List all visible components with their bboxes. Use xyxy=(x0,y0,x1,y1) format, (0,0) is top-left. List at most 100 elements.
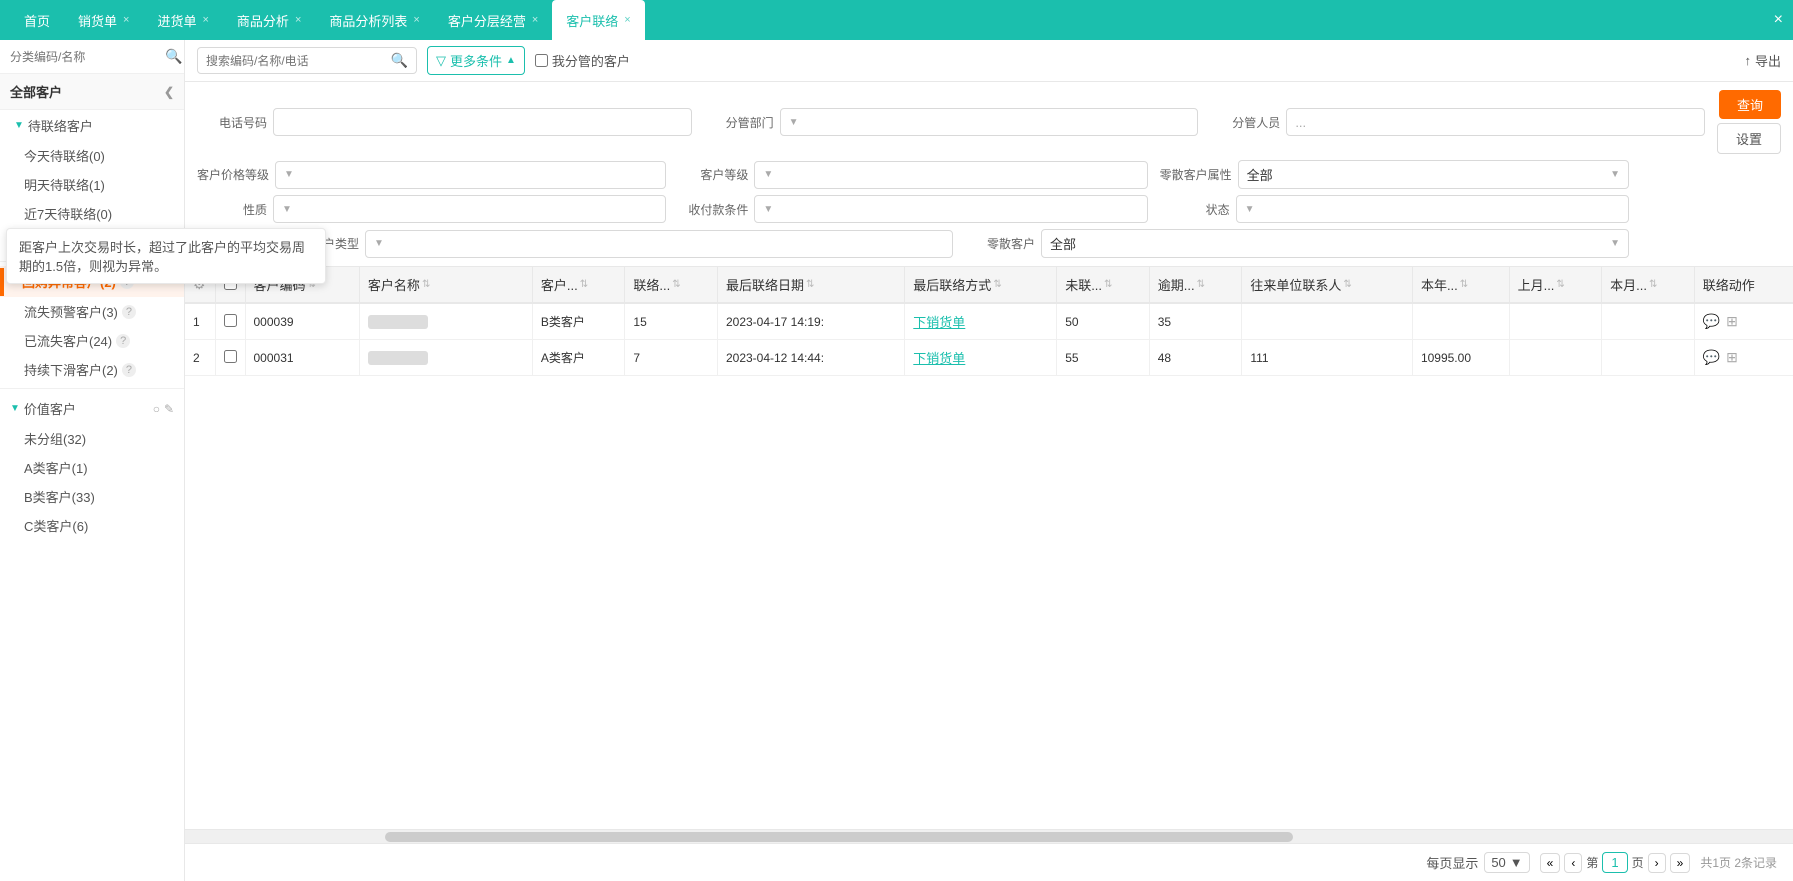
sort-unit-icon[interactable]: ⇅ xyxy=(1343,279,1351,290)
horizontal-scrollbar[interactable] xyxy=(185,829,1793,843)
pending-contact-group[interactable]: ▼ 待联络客户 xyxy=(0,110,184,141)
cell-type-1: B类客户 xyxy=(532,303,625,340)
th-contact: 联络... ⇅ xyxy=(625,267,718,303)
already-lost-help-icon[interactable]: ? xyxy=(116,334,130,348)
close-product-list-icon[interactable]: × xyxy=(413,14,419,26)
customer-type-input[interactable]: ▼ xyxy=(365,230,953,258)
sidebar-item-today[interactable]: 今天待联络(0) xyxy=(0,141,184,170)
sort-method-icon[interactable]: ⇅ xyxy=(993,279,1001,290)
blurred-name-2 xyxy=(368,351,428,365)
all-customers-title[interactable]: 全部客户 ❮ xyxy=(0,74,184,110)
close-sales-icon[interactable]: × xyxy=(123,14,129,26)
sort-this-month-icon[interactable]: ⇅ xyxy=(1649,279,1657,290)
chat-icon-1[interactable]: 💬 xyxy=(1703,313,1720,330)
close-product-analysis-icon[interactable]: × xyxy=(295,14,301,26)
department-input[interactable]: ▼ xyxy=(780,108,1199,136)
value-customer-icons: ○ ✎ xyxy=(153,402,174,416)
close-customer-contact-icon[interactable]: × xyxy=(624,14,630,26)
sidebar-item-tomorrow[interactable]: 明天待联络(1) xyxy=(0,170,184,199)
search-icon[interactable]: 🔍 xyxy=(391,52,408,69)
gender-field: 性质 ▼ xyxy=(197,195,666,223)
customer-level-dropdown-icon: ▼ xyxy=(763,169,773,180)
sort-contact-icon[interactable]: ⇅ xyxy=(672,279,680,290)
nav-purchase[interactable]: 进货单 × xyxy=(143,0,222,40)
price-level-input[interactable]: ▼ xyxy=(275,161,666,189)
sidebar-item-already-lost[interactable]: 已流失客户(24) ? xyxy=(0,326,184,355)
sidebar-search-icon[interactable]: 🔍 xyxy=(165,48,182,65)
sort-overdue-icon[interactable]: ⇅ xyxy=(1197,279,1205,290)
sidebar-item-continuous-down[interactable]: 持续下滑客户(2) ? xyxy=(0,355,184,384)
scrollbar-thumb[interactable] xyxy=(385,832,1293,842)
continuous-down-help-icon[interactable]: ? xyxy=(122,363,136,377)
cell-checkbox-1[interactable] xyxy=(215,303,245,340)
customer-type-dropdown-icon: ▼ xyxy=(374,238,384,249)
export-icon: ↑ xyxy=(1744,53,1751,68)
first-page-button[interactable]: « xyxy=(1540,853,1561,873)
gender-input[interactable]: ▼ xyxy=(273,195,666,223)
my-customers-checkbox[interactable]: 我分管的客户 xyxy=(535,51,630,70)
last-page-button[interactable]: » xyxy=(1670,853,1691,873)
edit-icon[interactable]: ✎ xyxy=(164,402,174,416)
prev-page-button[interactable]: ‹ xyxy=(1564,853,1582,873)
nav-home[interactable]: 首页 xyxy=(10,0,64,40)
cell-method-2[interactable]: 下销货单 xyxy=(905,340,1057,376)
cell-date-1: 2023-04-17 14:19: xyxy=(717,303,904,340)
sort-type-icon[interactable]: ⇅ xyxy=(580,279,588,290)
phone-input[interactable] xyxy=(273,108,692,136)
nav-customer-tier[interactable]: 客户分层经营 × xyxy=(434,0,552,40)
my-customers-check[interactable] xyxy=(535,54,548,67)
sidebar-item-lost-warning[interactable]: 流失预警客户(3) ? xyxy=(0,297,184,326)
sidebar-search-input[interactable] xyxy=(10,50,165,64)
method-link-2[interactable]: 下销货单 xyxy=(913,351,965,366)
nav-product-analysis[interactable]: 商品分析 × xyxy=(223,0,315,40)
lost-warning-help-icon[interactable]: ? xyxy=(122,305,136,319)
settings-button[interactable]: 设置 xyxy=(1717,123,1781,154)
cell-method-1[interactable]: 下销货单 xyxy=(905,303,1057,340)
query-button[interactable]: 查询 xyxy=(1719,90,1781,119)
sidebar-item-7days[interactable]: 近7天待联络(0) xyxy=(0,199,184,228)
manager-input[interactable]: ... xyxy=(1286,108,1705,136)
search-input[interactable] xyxy=(206,54,391,68)
sidebar-item-b-class[interactable]: B类客户(33) xyxy=(0,482,184,511)
sidebar-item-c-class[interactable]: C类客户(6) xyxy=(0,511,184,540)
sidebar-item-ungrouped[interactable]: 未分组(32) xyxy=(0,424,184,453)
cell-name-1 xyxy=(359,303,532,340)
row2-checkbox[interactable] xyxy=(224,350,237,363)
nav-customer-contact[interactable]: 客户联络 × xyxy=(552,0,644,40)
more-conditions-button[interactable]: ▽ 更多条件 ▲ xyxy=(427,46,525,75)
content-area: 🔍 ▽ 更多条件 ▲ 我分管的客户 ↑ 导出 电话号码 xyxy=(185,40,1793,881)
cell-checkbox-2[interactable] xyxy=(215,340,245,376)
close-all-button[interactable]: × xyxy=(1774,11,1783,29)
method-link-1[interactable]: 下销货单 xyxy=(913,315,965,330)
th-actions: 联络动作 xyxy=(1694,267,1793,303)
nav-product-list[interactable]: 商品分析列表 × xyxy=(315,0,433,40)
edit-circle-icon[interactable]: ○ xyxy=(153,402,160,416)
grid-icon-2[interactable]: ⊞ xyxy=(1726,349,1738,366)
close-purchase-icon[interactable]: × xyxy=(202,14,208,26)
sort-year-icon[interactable]: ⇅ xyxy=(1460,279,1468,290)
export-button[interactable]: ↑ 导出 xyxy=(1744,51,1781,70)
sort-date-icon[interactable]: ⇅ xyxy=(806,279,814,290)
payment-input[interactable]: ▼ xyxy=(754,195,1147,223)
status-input[interactable]: ▼ xyxy=(1236,195,1629,223)
sort-uncontact-icon[interactable]: ⇅ xyxy=(1104,279,1112,290)
value-customer-group[interactable]: ▼ 价值客户 ○ ✎ xyxy=(0,393,184,424)
retail-customer-input[interactable]: 全部 ▼ xyxy=(1041,229,1629,258)
page-size-select[interactable]: 50 ▼ xyxy=(1484,852,1529,873)
sort-name-icon[interactable]: ⇅ xyxy=(422,279,430,290)
main-layout: 🔍 全部客户 ❮ ▼ 待联络客户 今天待联络(0) 明天待联络(1) 近7天待联… xyxy=(0,40,1793,881)
retail-attr-input[interactable]: 全部 ▼ xyxy=(1238,160,1629,189)
sidebar-item-a-class[interactable]: A类客户(1) xyxy=(0,453,184,482)
current-page-display[interactable]: 1 xyxy=(1602,852,1627,873)
chat-icon-2[interactable]: 💬 xyxy=(1703,349,1720,366)
cell-overdue-2: 48 xyxy=(1149,340,1242,376)
customer-level-input[interactable]: ▼ xyxy=(754,161,1147,189)
collapse-icon[interactable]: ❮ xyxy=(164,85,174,99)
next-page-button[interactable]: › xyxy=(1648,853,1666,873)
grid-icon-1[interactable]: ⊞ xyxy=(1726,313,1738,330)
sort-last-month-icon[interactable]: ⇅ xyxy=(1556,279,1564,290)
nav-sales[interactable]: 销货单 × xyxy=(64,0,143,40)
retail-customer-dropdown-icon: ▼ xyxy=(1610,238,1620,249)
close-customer-tier-icon[interactable]: × xyxy=(532,14,538,26)
row1-checkbox[interactable] xyxy=(224,314,237,327)
